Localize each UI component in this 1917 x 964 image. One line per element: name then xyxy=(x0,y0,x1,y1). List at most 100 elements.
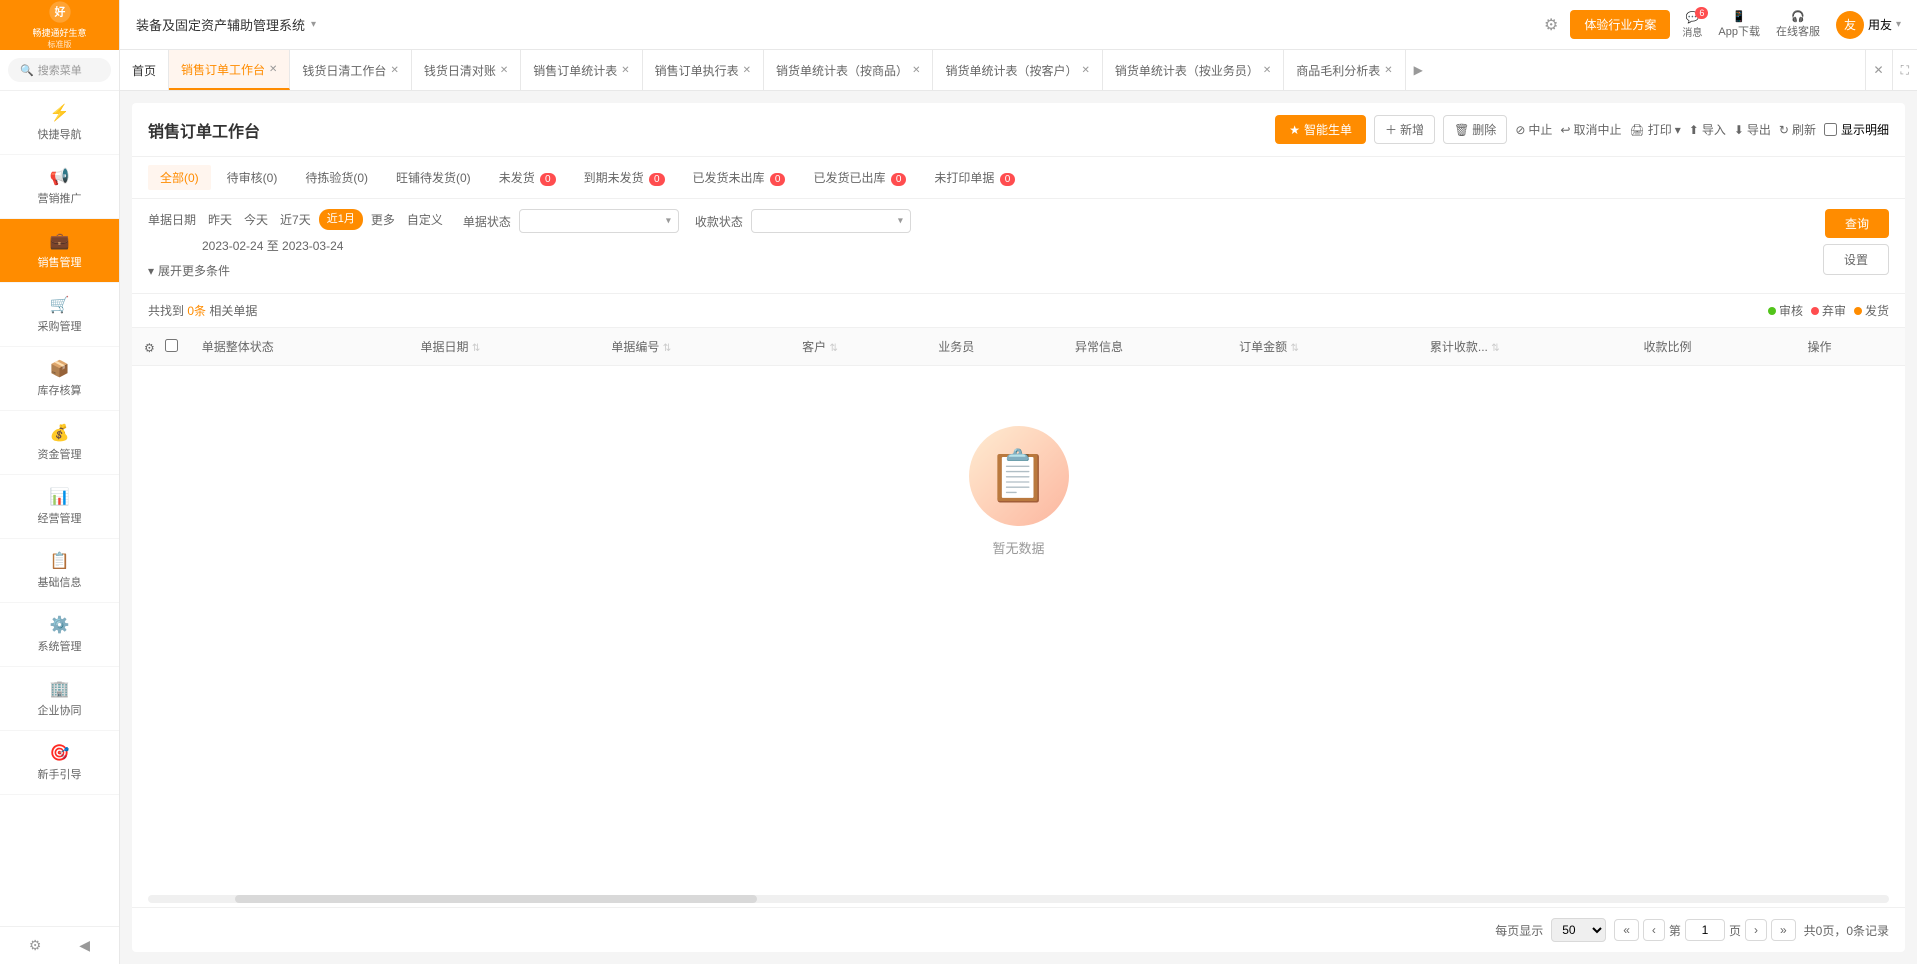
date-opt-7days[interactable]: 近7天 xyxy=(276,209,315,230)
online-service-button[interactable]: 🎧 在线客服 xyxy=(1776,10,1820,39)
collapse-icon[interactable]: ◀ xyxy=(79,937,90,954)
tab-close-icon[interactable]: ✕ xyxy=(269,64,277,75)
tab-close-icon[interactable]: ✕ xyxy=(912,65,920,76)
export-button[interactable]: ⬇ 导出 xyxy=(1734,121,1771,138)
sidebar-item-finance[interactable]: 💰 资金管理 xyxy=(0,411,119,475)
tab-sales-summary-customer[interactable]: 销货单统计表（按客户） ✕ xyxy=(933,50,1102,90)
sub-tab-label: 待拣验货(0) xyxy=(305,171,368,185)
expand-more-button[interactable]: ▾ 展开更多条件 xyxy=(148,258,1807,283)
sidebar-item-marketing[interactable]: 📢 营销推广 xyxy=(0,155,119,219)
app-download-label: App下载 xyxy=(1718,23,1760,39)
stop-button[interactable]: ⊘ 中止 xyxy=(1515,121,1552,138)
sidebar-item-guide[interactable]: 🎯 新手引导 xyxy=(0,731,119,795)
date-opt-more[interactable]: 更多 xyxy=(367,209,399,230)
select-all-checkbox[interactable] xyxy=(165,339,178,352)
sidebar-item-purchase[interactable]: 🛒 采购管理 xyxy=(0,283,119,347)
import-button[interactable]: ⬆ 导入 xyxy=(1689,121,1726,138)
col-label: 异常信息 xyxy=(1075,340,1123,354)
tab-close-icon[interactable]: ✕ xyxy=(1384,65,1392,76)
tab-close-all-icon[interactable]: ✕ xyxy=(1865,50,1892,90)
header-collected[interactable]: 累计收款... ⇅ xyxy=(1418,328,1632,366)
tab-cash-reconcile[interactable]: 钱货日清对账 ✕ xyxy=(412,50,521,90)
prev-page-button[interactable]: ‹ xyxy=(1643,919,1665,941)
sidebar-item-inventory[interactable]: 📦 库存核算 xyxy=(0,347,119,411)
sub-tab-overdue-ship[interactable]: 到期未发货 0 xyxy=(572,165,677,190)
sub-tab-wangpu-ship[interactable]: 旺铺待发货(0) xyxy=(384,165,483,190)
sub-tab-not-shipped[interactable]: 未发货 0 xyxy=(487,165,568,190)
tab-home[interactable]: 首页 xyxy=(120,50,169,90)
header-number[interactable]: 单据编号 ⇅ xyxy=(599,328,790,366)
delete-button[interactable]: 🗑 删除 xyxy=(1443,115,1507,144)
next-page-button[interactable]: › xyxy=(1745,919,1767,941)
status-select[interactable] xyxy=(519,209,679,233)
review-action[interactable]: 审核 xyxy=(1768,302,1803,319)
cancel-stop-button[interactable]: ↩ 取消中止 xyxy=(1560,121,1621,138)
date-opt-1month[interactable]: 近1月 xyxy=(319,209,363,230)
tab-close-icon[interactable]: ✕ xyxy=(743,65,751,76)
sub-tab-shipped-out[interactable]: 已发货已出库 0 xyxy=(801,165,918,190)
tab-product-margin[interactable]: 商品毛利分析表 ✕ xyxy=(1284,50,1405,90)
tab-sales-summary-product[interactable]: 销货单统计表（按商品） ✕ xyxy=(764,50,933,90)
refresh-button[interactable]: ↻ 刷新 xyxy=(1779,121,1816,138)
query-button[interactable]: 查询 xyxy=(1825,209,1889,238)
tab-close-icon[interactable]: ✕ xyxy=(390,65,398,76)
app-download-button[interactable]: 📱 App下载 xyxy=(1718,10,1760,39)
payment-select[interactable] xyxy=(751,209,911,233)
date-filter-label: 单据日期 xyxy=(148,211,196,228)
tab-sales-summary-staff[interactable]: 销货单统计表（按业务员） ✕ xyxy=(1103,50,1284,90)
sub-tab-all[interactable]: 全部(0) xyxy=(148,165,211,190)
ship-dot xyxy=(1854,307,1862,315)
tab-sales-stat[interactable]: 销售订单统计表 ✕ xyxy=(521,50,642,90)
sidebar-item-quick-nav[interactable]: ⚡ 快捷导航 xyxy=(0,91,119,155)
header-date[interactable]: 单据日期 ⇅ xyxy=(409,328,600,366)
tab-sales-exec[interactable]: 销售订单执行表 ✕ xyxy=(643,50,764,90)
tab-fullscreen-icon[interactable]: ⛶ xyxy=(1892,50,1917,90)
ship-action[interactable]: 发货 xyxy=(1854,302,1889,319)
settings-button[interactable]: 设置 xyxy=(1823,244,1889,275)
date-opt-yesterday[interactable]: 昨天 xyxy=(204,209,236,230)
header-customer[interactable]: 客户 ⇅ xyxy=(790,328,926,366)
show-detail-toggle[interactable]: 显示明细 xyxy=(1824,121,1889,138)
user-menu[interactable]: 友 用友 ▾ xyxy=(1836,11,1901,39)
tabs-more-button[interactable]: ▶ xyxy=(1406,63,1431,77)
settings-icon[interactable]: ⚙ xyxy=(29,937,42,954)
tab-close-icon[interactable]: ✕ xyxy=(1081,65,1089,76)
add-button[interactable]: ＋ 新增 xyxy=(1374,115,1435,144)
sub-tab-pending-review[interactable]: 待审核(0) xyxy=(215,165,290,190)
first-page-button[interactable]: « xyxy=(1614,919,1639,941)
sub-tab-shipped-not-out[interactable]: 已发货未出库 0 xyxy=(681,165,798,190)
sub-tab-not-printed[interactable]: 未打印单据 0 xyxy=(922,165,1027,190)
sidebar: 好 畅捷通好生意 标准版 🔍 搜索菜单 ⚡ 快捷导航 📢 营销推广 💼 销售管理… xyxy=(0,0,120,964)
message-button[interactable]: 💬 消息 6 xyxy=(1682,11,1702,39)
sidebar-item-operation[interactable]: 📊 经营管理 xyxy=(0,475,119,539)
sidebar-item-enterprise[interactable]: 🏢 企业协同 xyxy=(0,667,119,731)
tab-close-icon[interactable]: ✕ xyxy=(621,65,629,76)
tab-label: 钱货日清工作台 xyxy=(302,62,386,79)
topbar-settings-icon[interactable]: ⚙ xyxy=(1544,15,1558,35)
smart-generate-button[interactable]: ★ 智能生单 xyxy=(1275,115,1366,144)
tab-close-icon[interactable]: ✕ xyxy=(500,65,508,76)
page-input[interactable] xyxy=(1685,919,1725,941)
date-opt-custom[interactable]: 自定义 xyxy=(403,209,447,230)
tab-close-icon[interactable]: ✕ xyxy=(1263,65,1271,76)
sidebar-item-label: 采购管理 xyxy=(38,318,82,334)
date-opt-today[interactable]: 今天 xyxy=(240,209,272,230)
export-icon: ⬇ xyxy=(1734,123,1744,137)
solution-button[interactable]: 体验行业方案 xyxy=(1570,10,1670,39)
sidebar-item-sales[interactable]: 💼 销售管理 xyxy=(0,219,119,283)
scrollbar-thumb[interactable] xyxy=(235,895,757,903)
sidebar-search[interactable]: 🔍 搜索菜单 xyxy=(0,50,119,91)
tab-cash-daily[interactable]: 钱货日清工作台 ✕ xyxy=(290,50,411,90)
show-detail-checkbox[interactable] xyxy=(1824,123,1837,136)
tab-sales-workbench[interactable]: 销售订单工作台 ✕ xyxy=(169,50,290,90)
per-page-select[interactable]: 50 10 20 100 xyxy=(1551,918,1606,942)
scrollbar-track[interactable] xyxy=(148,895,1889,903)
sidebar-item-system[interactable]: ⚙️ 系统管理 xyxy=(0,603,119,667)
sidebar-item-basic[interactable]: 📋 基础信息 xyxy=(0,539,119,603)
last-page-button[interactable]: » xyxy=(1771,919,1796,941)
settings-col-icon[interactable]: ⚙ xyxy=(144,341,155,355)
cancel-review-action[interactable]: 弃审 xyxy=(1811,302,1846,319)
print-button[interactable]: 🖨 打印 ▾ xyxy=(1629,121,1680,138)
sub-tab-pending-inspect[interactable]: 待拣验货(0) xyxy=(293,165,380,190)
header-amount[interactable]: 订单金额 ⇅ xyxy=(1227,328,1418,366)
